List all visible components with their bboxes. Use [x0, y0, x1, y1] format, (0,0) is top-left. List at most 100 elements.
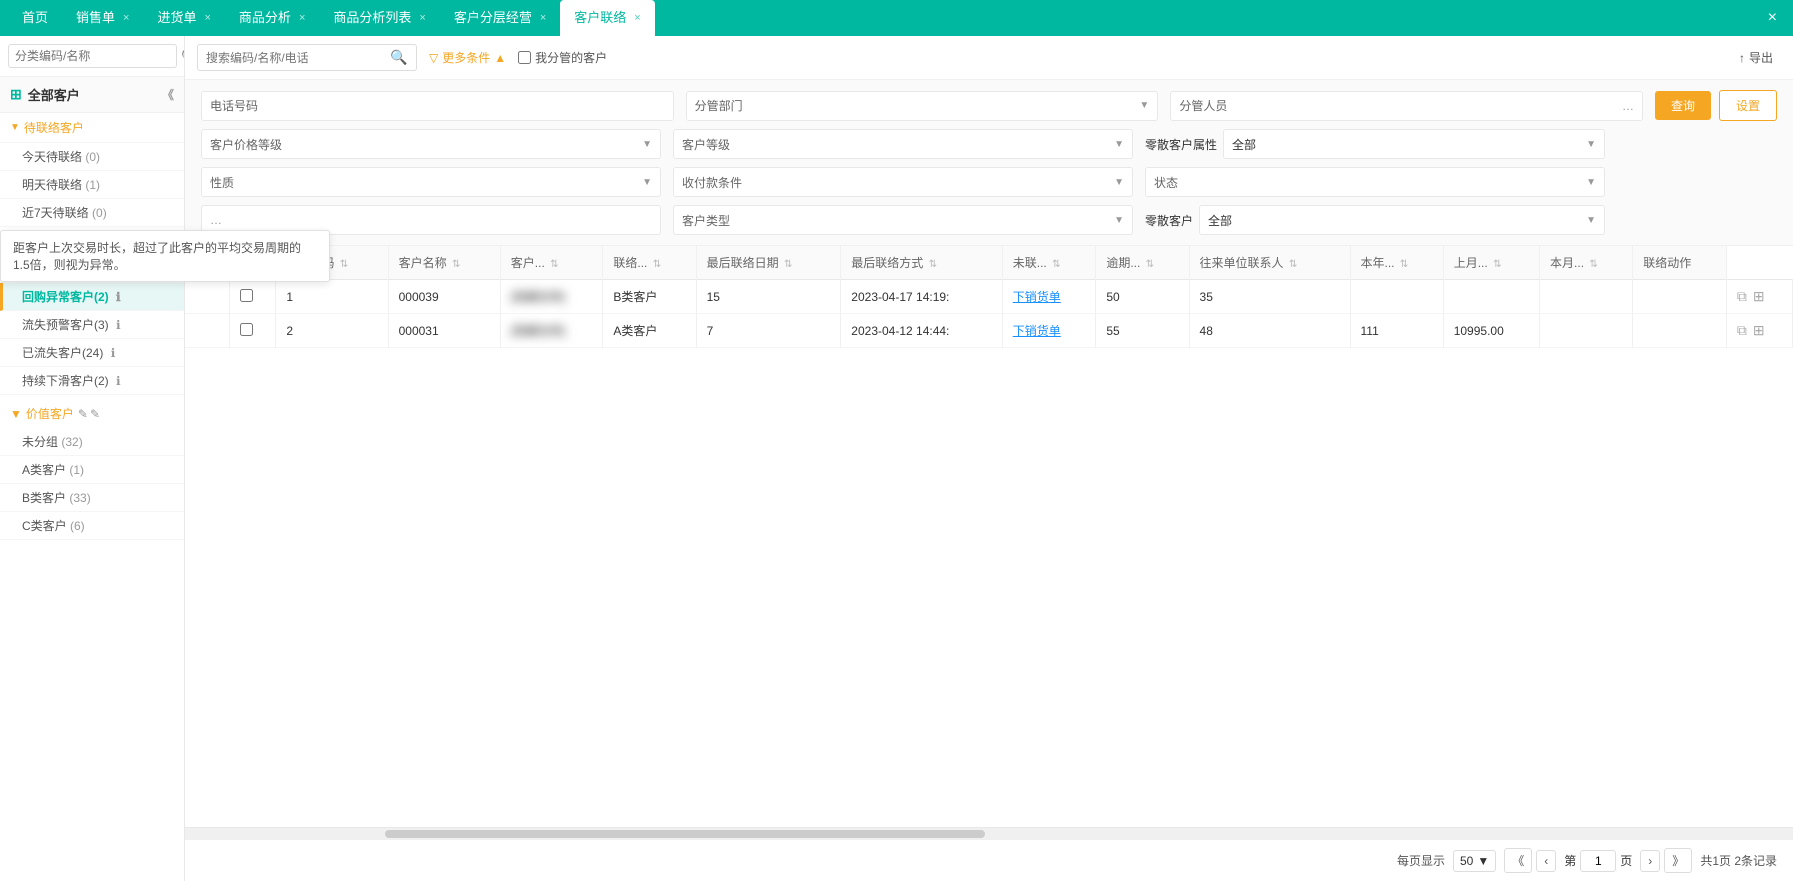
- page-number-input[interactable]: [1580, 850, 1616, 872]
- col-overdue-sort-icon[interactable]: ⇅: [1146, 259, 1154, 270]
- col-name-sort-icon[interactable]: ⇅: [452, 259, 460, 270]
- sidebar-item-repurchase[interactable]: 回购异常客户(2) ℹ: [0, 283, 184, 311]
- filter-ellipsis-icon: …: [210, 213, 222, 227]
- last-page-button[interactable]: 》: [1664, 848, 1692, 873]
- horizontal-scrollbar[interactable]: [185, 827, 1793, 839]
- filter-retail-attr-select[interactable]: 全部 ▼: [1223, 129, 1605, 159]
- filter-retail-customer-select[interactable]: 全部 ▼: [1199, 205, 1605, 235]
- col-name[interactable]: 客户名称 ⇅: [388, 246, 500, 280]
- col-code-sort-icon[interactable]: ⇅: [340, 259, 348, 270]
- sidebar-item-ungroup[interactable]: 未分组 (32): [0, 428, 184, 456]
- filter-status[interactable]: 状态 ▼: [1145, 167, 1605, 197]
- filter-nature[interactable]: 性质 ▼: [201, 167, 661, 197]
- filter-phone[interactable]: 电话号码: [201, 91, 674, 121]
- nav-product-analysis[interactable]: 商品分析 ×: [225, 0, 319, 36]
- price-group: ▼ 价值客户 ✎ ✎ 未分组 (32) A类客户 (1) B类客户 (33): [0, 395, 184, 544]
- filter-retail-customer: 零散客户 全部 ▼: [1145, 205, 1605, 235]
- row-actions-cell: ⧉ ⊞: [1726, 314, 1792, 348]
- row-gear-cell: [185, 314, 230, 348]
- nav-product-analysis-close[interactable]: ×: [299, 0, 305, 36]
- filter-price-level[interactable]: 客户价格等级 ▼: [201, 129, 661, 159]
- row-action-grid-icon[interactable]: ⊞: [1753, 322, 1765, 339]
- nav-customer-contact[interactable]: 客户联络 ×: [560, 0, 654, 36]
- col-contact-person-sort-icon[interactable]: ⇅: [1289, 259, 1297, 270]
- col-last-method-sort-icon[interactable]: ⇅: [929, 259, 937, 270]
- col-last-method[interactable]: 最后联络方式 ⇅: [841, 246, 1002, 280]
- row-code: 000031: [388, 314, 500, 348]
- col-last-month-sort-icon[interactable]: ⇅: [1493, 259, 1501, 270]
- sidebar-item-7days[interactable]: 近7天待联络 (0): [0, 199, 184, 227]
- sidebar-item-tomorrow[interactable]: 明天待联络 (1): [0, 171, 184, 199]
- col-last-date[interactable]: 最后联络日期 ⇅: [696, 246, 841, 280]
- next-page-button[interactable]: ›: [1640, 850, 1660, 872]
- col-contact-person[interactable]: 往来单位联系人 ⇅: [1189, 246, 1350, 280]
- row-action-grid-icon[interactable]: ⊞: [1753, 288, 1765, 305]
- table-row: 2 000031 [隐藏名称] A类客户 7 2023-04-12 14:44:…: [185, 314, 1793, 348]
- nav-product-analysis-list[interactable]: 商品分析列表 ×: [319, 0, 439, 36]
- row-method-link[interactable]: 下销货单: [1013, 290, 1061, 304]
- sidebar-item-a-class[interactable]: A类客户 (1): [0, 456, 184, 484]
- settings-button[interactable]: 设置: [1719, 90, 1777, 121]
- prev-page-button[interactable]: ‹: [1536, 850, 1556, 872]
- nav-sales[interactable]: 销售单 ×: [62, 0, 143, 36]
- tooltip-box: 距客户上次交易时长，超过了此客户的平均交易周期的1.5倍，则视为异常。: [0, 230, 185, 282]
- col-contact-sort-icon[interactable]: ⇅: [653, 259, 661, 270]
- filter-customer-level[interactable]: 客户等级 ▼: [673, 129, 1133, 159]
- nav-product-analysis-list-close[interactable]: ×: [419, 0, 425, 36]
- filter-price-level-label: 客户价格等级: [210, 136, 282, 153]
- all-customers-title[interactable]: ⊞ 全部客户 《: [0, 77, 184, 113]
- nav-customer-segment-close[interactable]: ×: [540, 0, 546, 36]
- sidebar-item-declining[interactable]: 持续下滑客户(2) ℹ: [0, 367, 184, 395]
- col-not-contact[interactable]: 未联... ⇅: [1002, 246, 1096, 280]
- col-this-month[interactable]: 本月... ⇅: [1540, 246, 1633, 280]
- col-overdue[interactable]: 逾期... ⇅: [1096, 246, 1189, 280]
- filter-manager[interactable]: 分管人员 …: [1170, 91, 1643, 121]
- filter-customer-type[interactable]: 客户类型 ▼: [673, 205, 1133, 235]
- col-last-month[interactable]: 上月... ⇅: [1443, 246, 1539, 280]
- nav-customer-segment[interactable]: 客户分层经营 ×: [440, 0, 560, 36]
- nav-purchase[interactable]: 进货单 ×: [143, 0, 224, 36]
- col-type-sort-icon[interactable]: ⇅: [550, 259, 558, 270]
- row-action-link-icon[interactable]: ⧉: [1737, 288, 1747, 305]
- nav-purchase-close[interactable]: ×: [204, 0, 210, 36]
- row-checkbox[interactable]: [240, 289, 253, 302]
- row-year: [1443, 280, 1539, 314]
- sidebar-item-lost-pre[interactable]: 流失预警客户(3) ℹ: [0, 311, 184, 339]
- col-last-date-sort-icon[interactable]: ⇅: [784, 259, 792, 270]
- row-action-link-icon[interactable]: ⧉: [1737, 322, 1747, 339]
- filter-search-icon[interactable]: 🔍: [390, 49, 407, 66]
- row-checkbox[interactable]: [240, 323, 253, 336]
- price-group-edit-icon[interactable]: ✎: [78, 407, 88, 421]
- export-button[interactable]: ↑ 导出: [1731, 45, 1781, 70]
- price-group-title[interactable]: ▼ 价值客户 ✎ ✎: [0, 399, 184, 428]
- filter-payment[interactable]: 收付款条件 ▼: [673, 167, 1133, 197]
- filter-more-button[interactable]: ▽ 更多条件 ▲: [429, 49, 506, 66]
- sidebar-item-today[interactable]: 今天待联络 (0): [0, 143, 184, 171]
- nav-customer-contact-close[interactable]: ×: [634, 0, 640, 36]
- col-this-month-sort-icon[interactable]: ⇅: [1589, 259, 1597, 270]
- row-method-link[interactable]: 下销货单: [1013, 324, 1061, 338]
- sidebar-item-b-class[interactable]: B类客户 (33): [0, 484, 184, 512]
- query-button[interactable]: 查询: [1655, 91, 1711, 120]
- scrollbar-thumb[interactable]: [385, 830, 985, 838]
- price-group-edit2-icon[interactable]: ✎: [90, 407, 100, 421]
- sidebar-search-input[interactable]: [8, 44, 177, 68]
- sidebar-collapse-button[interactable]: 《: [162, 86, 174, 103]
- window-close-button[interactable]: ×: [1760, 9, 1785, 27]
- first-page-button[interactable]: 《: [1504, 848, 1532, 873]
- col-year-sort-icon[interactable]: ⇅: [1400, 259, 1408, 270]
- filter-search-input[interactable]: [206, 51, 386, 65]
- pending-group-title[interactable]: ▼ 待联络客户: [0, 113, 184, 143]
- nav-sales-close[interactable]: ×: [123, 0, 129, 36]
- col-not-contact-sort-icon[interactable]: ⇅: [1052, 259, 1060, 270]
- sidebar-item-c-class[interactable]: C类客户 (6): [0, 512, 184, 540]
- filter-department[interactable]: 分管部门 ▼: [686, 91, 1159, 121]
- per-page-select[interactable]: 50 ▼: [1453, 850, 1496, 872]
- my-customer-checkbox[interactable]: [518, 51, 531, 64]
- col-year[interactable]: 本年... ⇅: [1350, 246, 1443, 280]
- col-type[interactable]: 客户... ⇅: [500, 246, 603, 280]
- sidebar-item-lost[interactable]: 已流失客户(24) ℹ: [0, 339, 184, 367]
- my-customer-filter[interactable]: 我分管的客户: [518, 49, 607, 66]
- nav-home[interactable]: 首页: [8, 0, 62, 36]
- col-contact[interactable]: 联络... ⇅: [603, 246, 696, 280]
